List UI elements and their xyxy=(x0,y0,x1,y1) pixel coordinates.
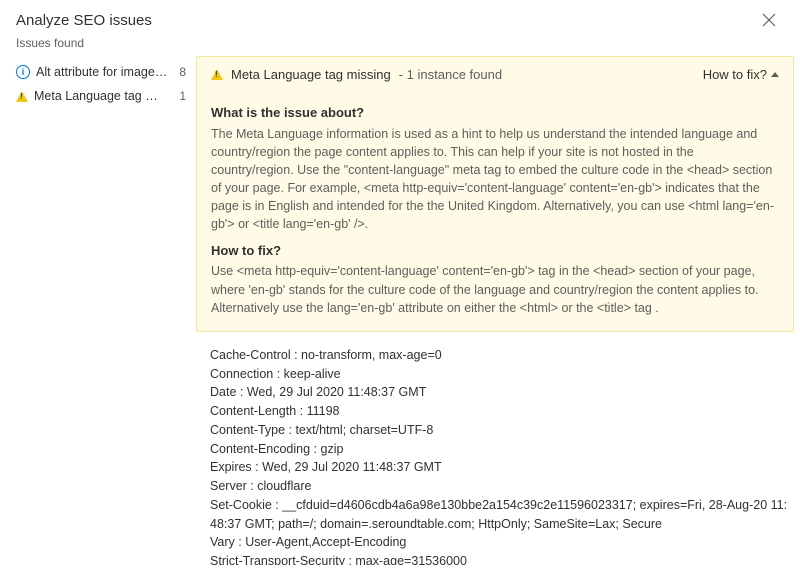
how-to-fix-body: Use <meta http-equiv='content-language' … xyxy=(211,262,779,316)
issues-sidebar: i Alt attribute for images is miss… 8 Me… xyxy=(0,56,196,565)
close-button[interactable] xyxy=(754,5,784,35)
issues-found-label: Issues found xyxy=(0,36,800,56)
sidebar-item-count: 8 xyxy=(173,65,186,79)
sidebar-item-label: Meta Language tag missing xyxy=(34,89,167,103)
issue-about-body: The Meta Language information is used as… xyxy=(211,125,779,234)
page-title: Analyze SEO issues xyxy=(16,12,152,29)
info-icon: i xyxy=(16,65,30,79)
issue-card: Meta Language tag missing - 1 instance f… xyxy=(196,56,794,332)
close-icon xyxy=(762,13,776,27)
sidebar-item-label: Alt attribute for images is miss… xyxy=(36,65,167,79)
issue-detail-panel: Meta Language tag missing - 1 instance f… xyxy=(196,56,800,565)
how-to-fix-toggle[interactable]: How to fix? xyxy=(703,67,779,82)
issue-title: Meta Language tag missing xyxy=(231,67,391,82)
sidebar-item-alt-attribute[interactable]: i Alt attribute for images is miss… 8 xyxy=(0,60,196,84)
issue-about-heading: What is the issue about? xyxy=(211,104,779,123)
warning-icon xyxy=(16,91,28,102)
how-to-fix-label: How to fix? xyxy=(703,67,767,82)
sidebar-item-meta-language[interactable]: Meta Language tag missing 1 xyxy=(0,84,196,108)
sidebar-item-count: 1 xyxy=(173,89,186,103)
issue-instance-count: - 1 instance found xyxy=(399,67,502,82)
chevron-up-icon xyxy=(771,72,779,77)
how-to-fix-heading: How to fix? xyxy=(211,242,779,261)
http-headers-block: Cache-Control : no-transform, max-age=0 … xyxy=(196,332,794,565)
warning-icon xyxy=(211,69,223,80)
